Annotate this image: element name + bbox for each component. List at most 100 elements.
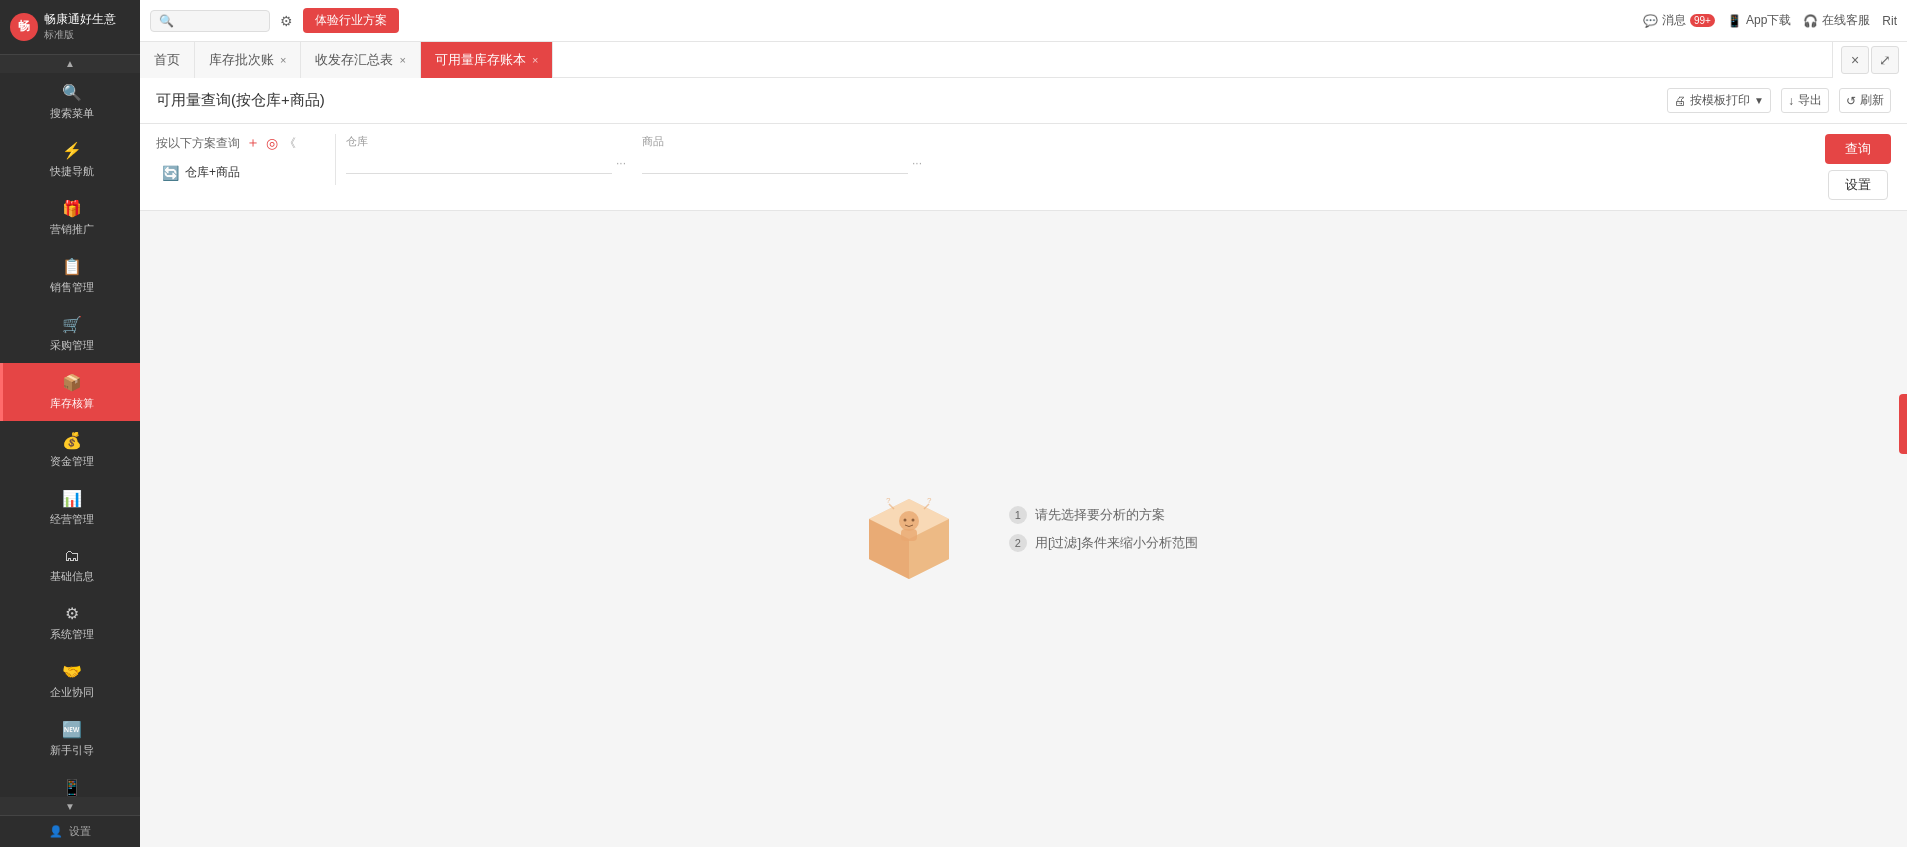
tab-close-button[interactable]: ×: [1841, 46, 1869, 74]
export-icon: ↓: [1788, 94, 1794, 108]
page-header: 可用量查询(按仓库+商品) 🖨 按模板打印 ▼ ↓ 导出 ↺ 刷新: [140, 78, 1907, 124]
sidebar-item-sales[interactable]: 📋 销售管理: [0, 247, 140, 305]
tab-batch[interactable]: 库存批次账 ×: [195, 42, 301, 78]
svg-text:?: ?: [886, 496, 891, 505]
add-scheme-button[interactable]: ＋: [246, 134, 260, 152]
sidebar-item-marketing[interactable]: 🎁 营销推广: [0, 189, 140, 247]
tab-expand-button[interactable]: ⤢: [1871, 46, 1899, 74]
operation-icon: 📊: [62, 489, 82, 508]
sidebar-item-search[interactable]: 🔍 搜索菜单: [0, 73, 140, 131]
sales-icon: 📋: [62, 257, 82, 276]
sidebar-footer[interactable]: 👤 设置: [0, 815, 140, 847]
tab-home[interactable]: 首页: [140, 42, 195, 78]
warehouse-goods-icon: 🔄: [162, 165, 179, 181]
sidebar-item-label: 销售管理: [50, 280, 94, 295]
sidebar-item-operation[interactable]: 📊 经营管理: [0, 479, 140, 537]
refresh-label: 刷新: [1860, 92, 1884, 109]
message-icon: 💬: [1643, 14, 1658, 28]
empty-state: ? ? 1 请先选择要分析的方案 2 用[过滤]条件来缩小分析范围: [140, 211, 1907, 847]
sidebar-logo: 畅: [10, 13, 38, 41]
sidebar-item-newbie[interactable]: 🆕 新手引导: [0, 710, 140, 768]
print-button[interactable]: 🖨 按模板打印 ▼: [1667, 88, 1771, 113]
message-button[interactable]: 💬 消息 99+: [1643, 12, 1715, 29]
query-button[interactable]: 查询: [1825, 134, 1891, 164]
topbar-right: 💬 消息 99+ 📱 App下载 🎧 在线客服 Rit: [1643, 12, 1897, 29]
sidebar-item-system[interactable]: ⚙ 系统管理: [0, 594, 140, 652]
sidebar-item-label: 系统管理: [50, 627, 94, 642]
filter-field-warehouse: 仓库 ···: [346, 134, 626, 174]
message-label: 消息: [1662, 12, 1686, 29]
user-name: 设置: [69, 824, 91, 839]
sidebar-scroll-down[interactable]: ▼: [0, 797, 140, 815]
tab-available[interactable]: 可用量库存账本 ×: [421, 42, 553, 78]
export-button[interactable]: ↓ 导出: [1781, 88, 1829, 113]
sidebar-header: 畅 畅康通好生意 标准版: [0, 0, 140, 55]
tab-summary-close[interactable]: ×: [399, 54, 405, 66]
newbie-icon: 🆕: [62, 720, 82, 739]
empty-tip-2: 2 用[过滤]条件来缩小分析范围: [1009, 534, 1198, 552]
app-download-button[interactable]: 📱 App下载: [1727, 12, 1791, 29]
tip-2-num: 2: [1009, 534, 1027, 552]
scheme-setting-icon[interactable]: ◎: [266, 135, 278, 151]
sidebar-item-label: 库存核算: [50, 396, 94, 411]
sidebar-scroll-up[interactable]: ▲: [0, 55, 140, 73]
user-menu[interactable]: Rit: [1882, 14, 1897, 28]
empty-tip-1: 1 请先选择要分析的方案: [1009, 506, 1198, 524]
empty-tips: 1 请先选择要分析的方案 2 用[过滤]条件来缩小分析范围: [1009, 506, 1198, 552]
tab-available-label: 可用量库存账本: [435, 51, 526, 69]
tab-batch-close[interactable]: ×: [280, 54, 286, 66]
sidebar-item-basic[interactable]: 🗂 基础信息: [0, 537, 140, 594]
service-button[interactable]: 🎧 在线客服: [1803, 12, 1870, 29]
trial-button[interactable]: 体验行业方案: [303, 8, 399, 33]
scheme-warehouse-goods-label: 仓库+商品: [185, 164, 240, 181]
warehouse-more-icon[interactable]: ···: [616, 156, 626, 170]
apps-icon: 📱: [62, 778, 82, 797]
tip-2-text: 用[过滤]条件来缩小分析范围: [1035, 534, 1198, 552]
tip-1-text: 请先选择要分析的方案: [1035, 506, 1165, 524]
svg-text:?: ?: [927, 496, 932, 505]
export-label: 导出: [1798, 92, 1822, 109]
sidebar-item-finance[interactable]: 💰 资金管理: [0, 421, 140, 479]
tab-available-close[interactable]: ×: [532, 54, 538, 66]
inventory-icon: 📦: [62, 373, 82, 392]
goods-input[interactable]: [642, 151, 908, 174]
topbar-search[interactable]: 🔍: [150, 10, 270, 32]
right-scroll-handle[interactable]: [1899, 394, 1907, 454]
tabs-right-buttons: × ⤢: [1832, 42, 1907, 78]
user-avatar: 👤: [49, 825, 63, 838]
cart-icon: 🛒: [62, 315, 82, 334]
sidebar-item-label: 经营管理: [50, 512, 94, 527]
goods-more-icon[interactable]: ···: [912, 156, 922, 170]
message-badge: 99+: [1690, 14, 1715, 27]
sidebar-item-shortcut[interactable]: ⚡ 快捷导航: [0, 131, 140, 189]
filter-scheme-label: 按以下方案查询: [156, 135, 240, 152]
sidebar-item-label: 营销推广: [50, 222, 94, 237]
tab-summary-label: 收发存汇总表: [315, 51, 393, 69]
filter-fields: 仓库 ··· 商品 ···: [346, 134, 1815, 174]
tab-summary[interactable]: 收发存汇总表 ×: [301, 42, 420, 78]
sidebar-item-cooperation[interactable]: 🤝 企业协同: [0, 652, 140, 710]
sidebar-item-label: 新手引导: [50, 743, 94, 758]
search-icon: 🔍: [62, 83, 82, 102]
collapse-icon[interactable]: 《: [284, 135, 296, 152]
tab-home-label: 首页: [154, 51, 180, 69]
sidebar-item-purchase[interactable]: 🛒 采购管理: [0, 305, 140, 363]
tabs-bar: 首页 库存批次账 × 收发存汇总表 × 可用量库存账本 × × ⤢: [140, 42, 1907, 78]
setting-button[interactable]: 设置: [1828, 170, 1888, 200]
sidebar-item-inventory[interactable]: 📦 库存核算: [0, 363, 140, 421]
filter-actions: 查询 设置: [1825, 134, 1891, 200]
sidebar-company-name: 畅康通好生意: [44, 12, 116, 28]
dropdown-arrow-icon: ▼: [1754, 95, 1764, 106]
scheme-warehouse-goods[interactable]: 🔄 仓库+商品: [156, 160, 323, 185]
refresh-button[interactable]: ↺ 刷新: [1839, 88, 1891, 113]
main-content: 🔍 ⚙ 体验行业方案 💬 消息 99+ 📱 App下载 🎧 在线客服 Rit: [140, 0, 1907, 847]
basic-icon: 🗂: [64, 547, 80, 565]
sidebar-item-label: 基础信息: [50, 569, 94, 584]
goods-field-label: 商品: [642, 134, 922, 149]
sidebar-title-group: 畅康通好生意 标准版: [44, 12, 116, 42]
sidebar-item-apps[interactable]: 📱 应用中心: [0, 768, 140, 797]
warehouse-input[interactable]: [346, 151, 612, 174]
tab-batch-label: 库存批次账: [209, 51, 274, 69]
gear-icon[interactable]: ⚙: [280, 13, 293, 29]
phone-icon: 📱: [1727, 14, 1742, 28]
